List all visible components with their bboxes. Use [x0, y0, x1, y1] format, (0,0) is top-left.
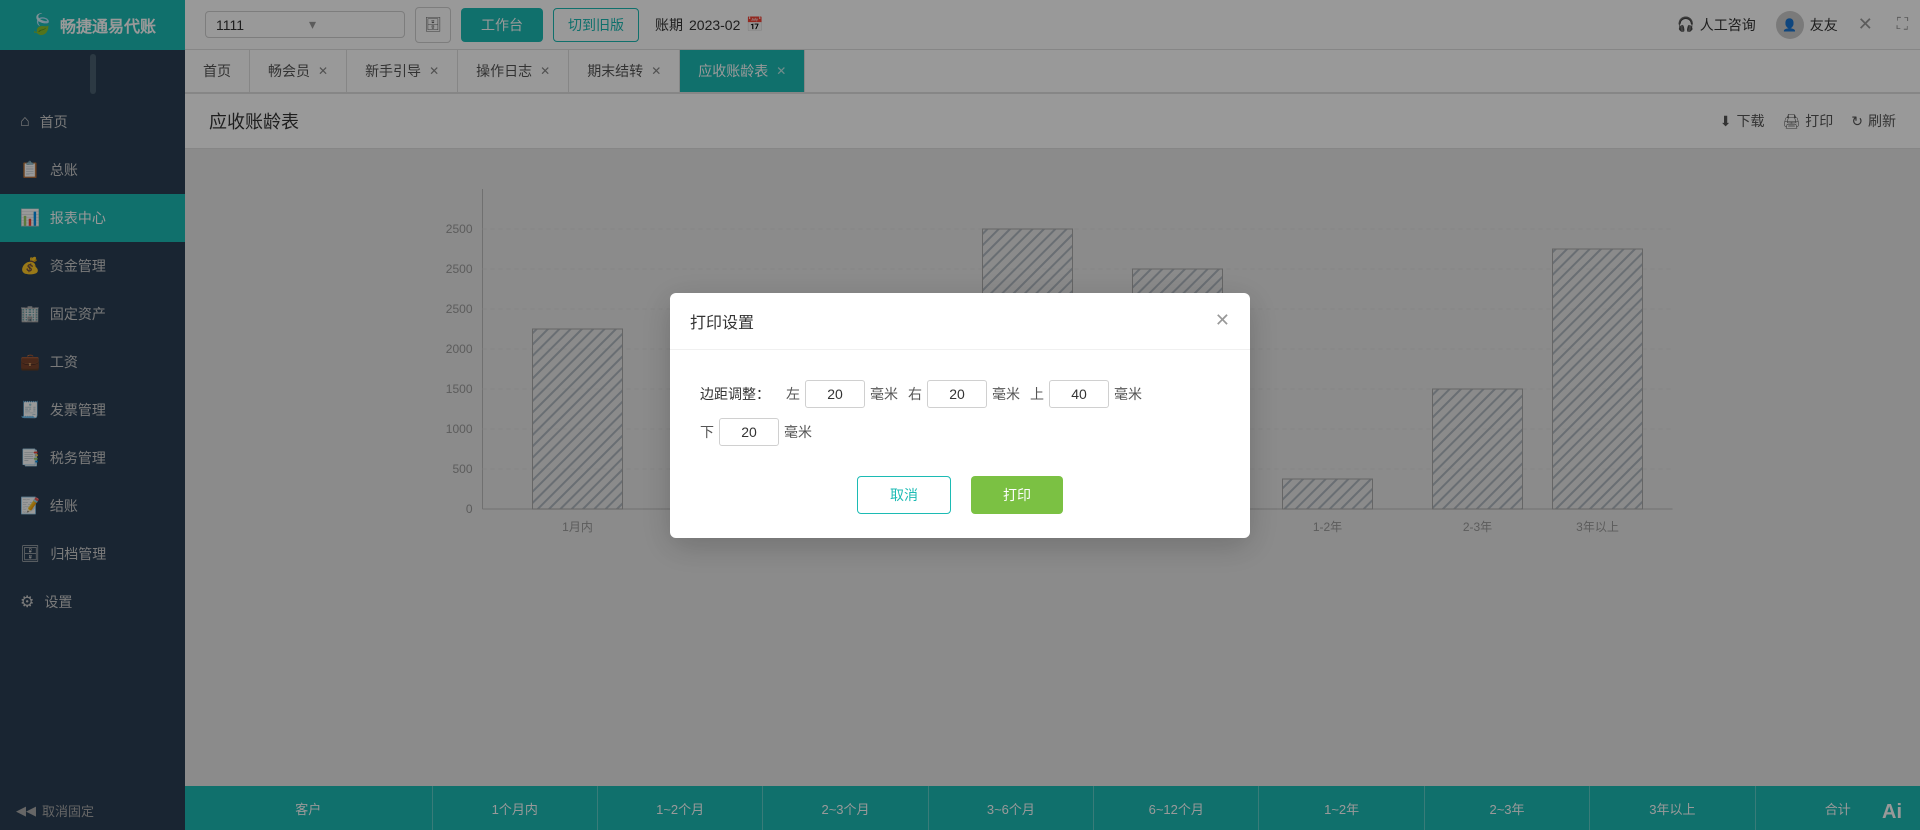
margin-top-group: 上 毫米: [1030, 380, 1142, 408]
modal-title: 打印设置: [690, 309, 754, 333]
top-unit: 毫米: [1114, 384, 1142, 404]
cancel-button[interactable]: 取消: [857, 476, 951, 514]
right-unit: 毫米: [992, 384, 1020, 404]
modal-footer: 取消 打印: [670, 466, 1250, 538]
print-settings-modal: 打印设置 ✕ 边距调整： 左 毫米 右 毫米 上 毫米: [670, 293, 1250, 538]
left-margin-input[interactable]: [805, 380, 865, 408]
margin-label: 边距调整：: [700, 384, 770, 404]
top-margin-input[interactable]: [1049, 380, 1109, 408]
margin-left-group: 左 毫米: [786, 380, 898, 408]
modal-close-button[interactable]: ✕: [1215, 310, 1230, 331]
margin-bottom-group: 下 毫米: [700, 418, 812, 446]
top-label: 上: [1030, 384, 1044, 404]
right-label: 右: [908, 384, 922, 404]
left-label: 左: [786, 384, 800, 404]
left-unit: 毫米: [870, 384, 898, 404]
modal-body: 边距调整： 左 毫米 右 毫米 上 毫米 下: [670, 350, 1250, 466]
margin-right-group: 右 毫米: [908, 380, 1020, 408]
bottom-label: 下: [700, 422, 714, 442]
bottom-unit: 毫米: [784, 422, 812, 442]
modal-header: 打印设置 ✕: [670, 293, 1250, 350]
margin-row: 边距调整： 左 毫米 右 毫米 上 毫米 下: [700, 380, 1220, 446]
bottom-margin-input[interactable]: [719, 418, 779, 446]
modal-print-button[interactable]: 打印: [971, 476, 1063, 514]
modal-overlay[interactable]: 打印设置 ✕ 边距调整： 左 毫米 右 毫米 上 毫米: [0, 0, 1920, 830]
right-margin-input[interactable]: [927, 380, 987, 408]
